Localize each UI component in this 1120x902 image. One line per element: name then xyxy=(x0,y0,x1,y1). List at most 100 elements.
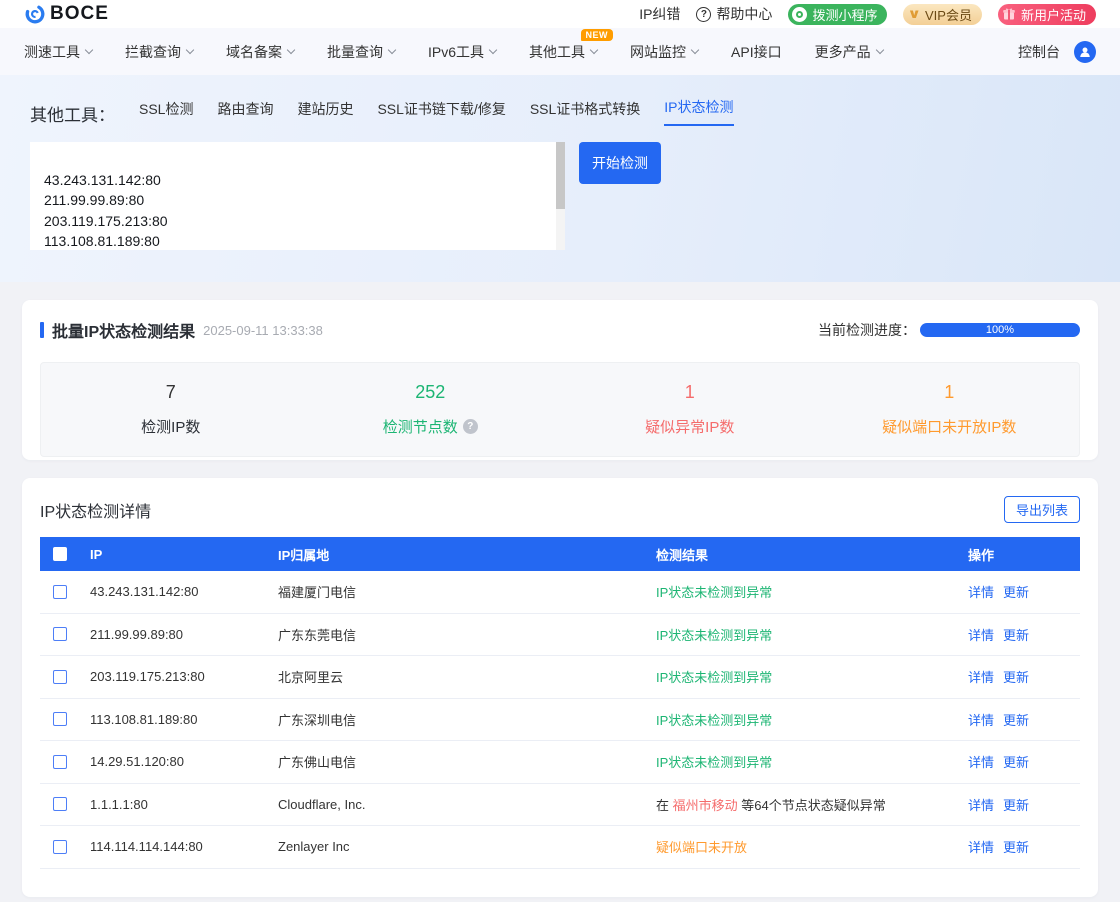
table-row: 113.108.81.189:80 广东深圳电信 IP状态未检测到异常 详情 更新 xyxy=(40,699,1080,741)
result-segment: 疑似端口未开放 xyxy=(656,840,748,856)
cell-result: IP状态未检测到异常 xyxy=(656,710,968,729)
vip-icon: ∨ xyxy=(907,6,922,21)
user-avatar[interactable] xyxy=(1074,40,1096,63)
action-link-详情[interactable]: 详情 xyxy=(968,625,994,644)
action-link-更新[interactable]: 更新 xyxy=(1003,837,1029,856)
nav-item-更多产品[interactable]: 更多产品 xyxy=(815,42,884,62)
nav-item-label: 拦截查询 xyxy=(125,43,181,60)
nav-item-label: 其他工具 xyxy=(529,43,586,60)
action-link-详情[interactable]: 详情 xyxy=(968,752,994,771)
boce-logo[interactable]: BOCE xyxy=(24,3,109,25)
row-checkbox[interactable] xyxy=(53,669,67,684)
nav-item-拦截查询[interactable]: 拦截查询 xyxy=(125,42,195,62)
row-checkbox[interactable] xyxy=(53,754,67,769)
action-link-更新[interactable]: 更新 xyxy=(1003,625,1029,644)
ip-correction-link[interactable]: IP纠错 xyxy=(639,4,680,24)
stat-value: 7 xyxy=(165,382,176,402)
help-center-link[interactable]: ? 帮助中心 xyxy=(696,4,772,24)
stat-label-text: 检测IP数 xyxy=(141,419,201,436)
nav-item-label: IPv6工具 xyxy=(428,43,485,60)
nav-item-API接口[interactable]: API接口 xyxy=(731,42,782,62)
column-header-操作: 操作 xyxy=(968,547,995,563)
cell-actions: 详情 更新 xyxy=(968,625,1080,644)
stat-value: 1 xyxy=(944,382,955,402)
action-link-更新[interactable]: 更新 xyxy=(1003,710,1029,729)
tool-link-建站历史[interactable]: 建站历史 xyxy=(297,99,353,126)
cell-actions: 详情 更新 xyxy=(968,752,1080,771)
nav-item-网站监控[interactable]: 网站监控 xyxy=(630,42,700,62)
row-checkbox[interactable] xyxy=(53,627,67,642)
tool-link-SSL证书格式转换[interactable]: SSL证书格式转换 xyxy=(530,99,640,126)
cell-result: IP状态未检测到异常 xyxy=(656,752,968,771)
help-icon: ? xyxy=(696,6,712,22)
nav-item-批量查询[interactable]: 批量查询 xyxy=(327,42,397,62)
result-segment: IP状态未检测到异常 xyxy=(656,627,773,643)
question-help-icon[interactable]: ? xyxy=(462,419,478,434)
result-segment: 福州市移动 xyxy=(672,797,738,813)
result-segment: IP状态未检测到异常 xyxy=(656,670,773,686)
result-segment: IP状态未检测到异常 xyxy=(656,585,773,601)
cell-result: IP状态未检测到异常 xyxy=(656,582,968,601)
new-user-activity-pill[interactable]: 新用户活动 xyxy=(997,3,1096,25)
row-checkbox[interactable] xyxy=(53,712,67,727)
progress-bar: 100% xyxy=(920,323,1080,337)
row-checkbox[interactable] xyxy=(53,839,67,854)
progress-value: 100% xyxy=(985,324,1015,336)
result-segment: 在 xyxy=(656,797,673,813)
result-segment: 等64个节点状态疑似异常 xyxy=(737,797,886,813)
cell-actions: 详情 更新 xyxy=(968,582,1080,601)
textarea-scrollbar-thumb[interactable] xyxy=(556,142,565,209)
chevron-down-icon xyxy=(488,45,498,54)
nav-item-label: 域名备案 xyxy=(226,43,282,60)
nav-item-label: 测速工具 xyxy=(24,43,80,60)
row-checkbox[interactable] xyxy=(53,584,67,599)
action-link-详情[interactable]: 详情 xyxy=(968,582,994,601)
vip-pill[interactable]: ∨ VIP会员 xyxy=(903,3,982,25)
action-link-详情[interactable]: 详情 xyxy=(968,710,994,729)
cell-ip: 114.114.114.144:80 xyxy=(90,839,203,855)
start-detection-button[interactable]: 开始检测 xyxy=(579,142,661,184)
table-header: IP IP归属地 检测结果 操作 xyxy=(40,537,1080,571)
tool-link-路由查询[interactable]: 路由查询 xyxy=(217,99,273,126)
ip-list-input[interactable]: 43.243.131.142:80 211.99.99.89:80 203.11… xyxy=(30,142,565,250)
nav-item-域名备案[interactable]: 域名备案 xyxy=(226,42,296,62)
cell-result: 疑似端口未开放 xyxy=(656,837,968,856)
table-row: 211.99.99.89:80 广东东莞电信 IP状态未检测到异常 详情 更新 xyxy=(40,614,1080,656)
action-link-更新[interactable]: 更新 xyxy=(1003,795,1029,814)
nav-item-测速工具[interactable]: 测速工具 xyxy=(24,42,94,62)
boce-logo-icon xyxy=(24,3,46,25)
nav-item-其他工具[interactable]: 其他工具 NEW xyxy=(529,28,614,62)
tool-link-IP状态检测[interactable]: IP状态检测 xyxy=(664,97,734,126)
chevron-down-icon xyxy=(387,45,397,54)
export-list-button[interactable]: 导出列表 xyxy=(1003,496,1080,523)
chevron-down-icon xyxy=(286,45,296,54)
column-header-IP归属地: IP归属地 xyxy=(278,547,330,563)
nav-item-label: 批量查询 xyxy=(327,43,383,60)
tool-link-SSL证书链下载/修复[interactable]: SSL证书链下载/修复 xyxy=(377,99,505,126)
tools-links: SSL检测 路由查询 建站历史 SSL证书链下载/修复 SSL证书格式转换 IP状态检测 xyxy=(139,97,734,126)
miniprogram-pill[interactable]: 拨测小程序 xyxy=(788,3,888,25)
action-link-详情[interactable]: 详情 xyxy=(968,667,994,686)
cell-ip: 1.1.1.1:80 xyxy=(90,796,148,812)
action-link-更新[interactable]: 更新 xyxy=(1003,667,1029,686)
cell-result: IP状态未检测到异常 xyxy=(656,667,968,686)
tool-link-SSL检测[interactable]: SSL检测 xyxy=(139,99,193,126)
cell-result: 在 福州市移动 等64个节点状态疑似异常 xyxy=(656,795,968,814)
select-all-checkbox[interactable] xyxy=(53,547,67,561)
action-link-更新[interactable]: 更新 xyxy=(1003,582,1029,601)
stat-label: 疑似异常IP数 xyxy=(560,416,820,437)
cell-actions: 详情 更新 xyxy=(968,667,1080,686)
cell-actions: 详情 更新 xyxy=(968,795,1080,814)
console-link[interactable]: 控制台 xyxy=(1018,42,1060,62)
nav-item-label: 网站监控 xyxy=(630,43,687,60)
action-link-详情[interactable]: 详情 xyxy=(968,795,994,814)
action-link-更新[interactable]: 更新 xyxy=(1003,752,1029,771)
nav-item-label: API接口 xyxy=(731,43,782,60)
hero-section: 其他工具： SSL检测 路由查询 建站历史 SSL证书链下载/修复 SSL证书格式转换 I… xyxy=(0,75,1120,282)
cell-result: IP状态未检测到异常 xyxy=(656,625,968,644)
action-link-详情[interactable]: 详情 xyxy=(968,837,994,856)
row-checkbox[interactable] xyxy=(53,797,67,812)
nav-item-IPv6工具[interactable]: IPv6工具 xyxy=(428,42,498,62)
stat-疑似端口未开放IP数: 1 疑似端口未开放IP数 xyxy=(820,382,1080,437)
table-row: 1.1.1.1:80 Cloudflare, Inc. 在 福州市移动 等64个节点… xyxy=(40,784,1080,826)
